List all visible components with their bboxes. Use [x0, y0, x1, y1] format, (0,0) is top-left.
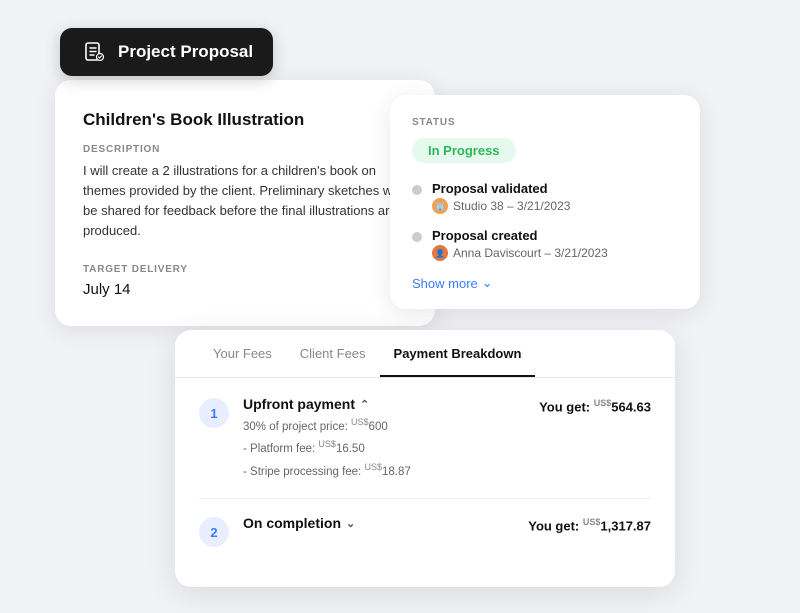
status-label: STATUS — [412, 117, 678, 128]
payment-row-upfront: 1 Upfront payment ⌃ 30% of project price… — [199, 396, 651, 482]
timeline-dot — [412, 185, 422, 195]
description-label: DESCRIPTION — [83, 144, 407, 155]
event-meta-text-2: Anna Daviscourt – 3/21/2023 — [453, 246, 608, 260]
payment-number-1: 1 — [199, 398, 229, 428]
tab-your-fees[interactable]: Your Fees — [199, 330, 286, 377]
payment-row-completion: 2 On completion ⌄ You get: US$1,317.87 — [199, 515, 651, 547]
completion-amount-col: You get: US$1,317.87 — [528, 515, 651, 533]
status-badge: In Progress — [412, 138, 516, 163]
upfront-amount-col: You get: US$564.63 — [539, 396, 651, 414]
detail-line-1: 30% of project price: US$600 — [243, 415, 525, 437]
status-card: STATUS In Progress Proposal validated 🏢 … — [390, 95, 700, 309]
upfront-content: Upfront payment ⌃ 30% of project price: … — [243, 396, 525, 482]
divider — [199, 498, 651, 499]
proposal-icon — [80, 38, 108, 66]
completion-amount: You get: US$1,317.87 — [528, 517, 651, 533]
show-more-button[interactable]: Show more ⌄ — [412, 275, 678, 291]
badge-label: Project Proposal — [118, 42, 253, 62]
event-meta-text: Studio 38 – 3/21/2023 — [453, 199, 570, 213]
timeline-item-validated: Proposal validated 🏢 Studio 38 – 3/21/20… — [412, 181, 678, 214]
upfront-label: Upfront payment — [243, 396, 355, 412]
event-meta-2: 👤 Anna Daviscourt – 3/21/2023 — [432, 245, 608, 261]
event-meta: 🏢 Studio 38 – 3/21/2023 — [432, 198, 570, 214]
delivery-date: July 14 — [83, 281, 407, 298]
chevron-down-icon: ⌄ — [482, 275, 493, 291]
event-title-2: Proposal created — [432, 228, 608, 243]
timeline-dot-2 — [412, 232, 422, 242]
payment-tabs: Your Fees Client Fees Payment Breakdown — [175, 330, 675, 378]
chevron-up-icon: ⌃ — [360, 398, 369, 411]
upfront-amount: You get: US$564.63 — [539, 398, 651, 414]
detail-line-3: - Stripe processing fee: US$18.87 — [243, 460, 525, 482]
detail-line-2: - Platform fee: US$16.50 — [243, 437, 525, 459]
show-more-label: Show more — [412, 276, 478, 291]
completion-content: On completion ⌄ — [243, 515, 514, 531]
chevron-down-icon-2: ⌄ — [346, 517, 355, 530]
payment-body: 1 Upfront payment ⌃ 30% of project price… — [175, 378, 675, 547]
proposal-card: Children's Book Illustration DESCRIPTION… — [55, 80, 435, 326]
completion-label: On completion — [243, 515, 341, 531]
project-proposal-badge: Project Proposal — [60, 28, 273, 76]
delivery-label: TARGET DELIVERY — [83, 264, 407, 275]
payment-number-2: 2 — [199, 517, 229, 547]
completion-title[interactable]: On completion ⌄ — [243, 515, 514, 531]
timeline-content-2: Proposal created 👤 Anna Daviscourt – 3/2… — [432, 228, 608, 261]
proposal-title: Children's Book Illustration — [83, 110, 407, 130]
tab-client-fees[interactable]: Client Fees — [286, 330, 380, 377]
tab-payment-breakdown[interactable]: Payment Breakdown — [380, 330, 536, 377]
event-title: Proposal validated — [432, 181, 570, 196]
upfront-details: 30% of project price: US$600 - Platform … — [243, 415, 525, 482]
timeline-content: Proposal validated 🏢 Studio 38 – 3/21/20… — [432, 181, 570, 214]
payment-card: Your Fees Client Fees Payment Breakdown … — [175, 330, 675, 587]
avatar-studio: 🏢 — [432, 198, 448, 214]
avatar-anna: 👤 — [432, 245, 448, 261]
proposal-description: I will create a 2 illustrations for a ch… — [83, 161, 407, 242]
upfront-title[interactable]: Upfront payment ⌃ — [243, 396, 525, 412]
timeline-item-created: Proposal created 👤 Anna Daviscourt – 3/2… — [412, 228, 678, 261]
